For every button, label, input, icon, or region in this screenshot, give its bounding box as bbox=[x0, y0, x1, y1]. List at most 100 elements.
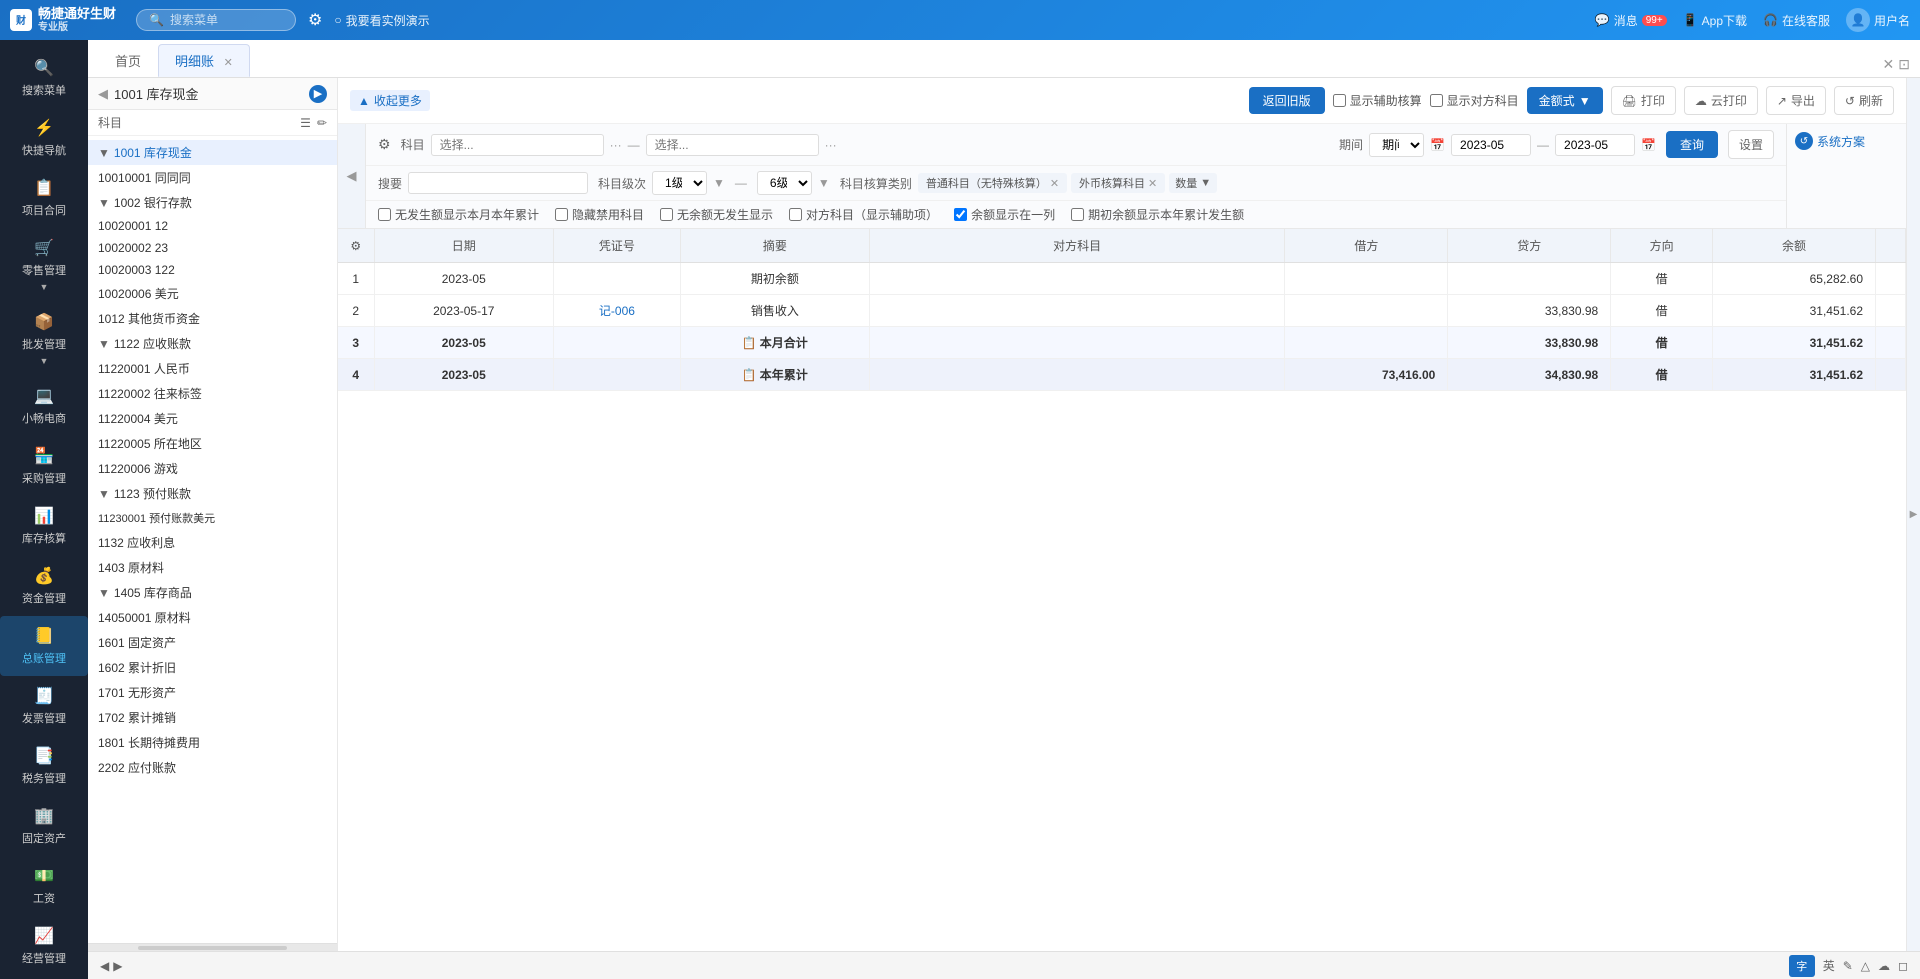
subject-input-2[interactable] bbox=[646, 134, 819, 156]
lang-en-label[interactable]: 英 bbox=[1823, 957, 1835, 974]
user-avatar[interactable]: 👤 用户名 bbox=[1846, 8, 1910, 32]
filter-collapse-btn[interactable]: ◀ bbox=[338, 124, 366, 228]
sidebar-item-purchase[interactable]: 🏪 采购管理 bbox=[0, 436, 88, 496]
tree-item-1403[interactable]: 1403 原材料 bbox=[88, 555, 337, 580]
tree-item-1132[interactable]: 1132 应收利息 bbox=[88, 530, 337, 555]
export-btn[interactable]: ↗ 导出 bbox=[1766, 86, 1826, 115]
right-expand-panel[interactable]: ▶ bbox=[1906, 78, 1920, 951]
sidebar-item-wholesale[interactable]: 📦 批发管理 ▼ bbox=[0, 302, 88, 376]
sidebar-item-quicknav[interactable]: ⚡ 快捷导航 bbox=[0, 108, 88, 168]
bottom-icon-4[interactable]: ◻ bbox=[1898, 959, 1908, 973]
opt-no-balance2-input[interactable] bbox=[660, 208, 673, 221]
page-close-btn[interactable]: ✕ bbox=[1883, 56, 1895, 73]
filter-opt-period-balance[interactable]: 期初余额显示本年累计发生额 bbox=[1071, 206, 1244, 223]
sidebar-item-tax[interactable]: 📑 税务管理 bbox=[0, 736, 88, 796]
sidebar-item-salary[interactable]: 💵 工资 bbox=[0, 856, 88, 916]
filter-opt-show-aux[interactable]: 对方科目（显示辅助项） bbox=[789, 206, 938, 223]
sidebar-item-retail[interactable]: 🛒 零售管理 ▼ bbox=[0, 228, 88, 302]
system-scheme-btn[interactable]: ↺ 系统方案 bbox=[1795, 132, 1898, 150]
date-to-input[interactable] bbox=[1555, 134, 1635, 156]
page-max-btn[interactable]: ⊡ bbox=[1898, 56, 1910, 73]
account-edit-icon[interactable]: ✏ bbox=[317, 116, 327, 130]
tree-item-2202[interactable]: 2202 应付账款 bbox=[88, 755, 337, 780]
settings-btn[interactable]: 设置 bbox=[1728, 130, 1774, 159]
tree-item-1601[interactable]: 1601 固定资产 bbox=[88, 630, 337, 655]
scroll-left-btn[interactable]: ◀ bbox=[100, 959, 109, 973]
tree-item-10020001[interactable]: 10020001 12 bbox=[88, 215, 337, 237]
tree-item-1801[interactable]: 1801 长期待摊费用 bbox=[88, 730, 337, 755]
sidebar-item-management[interactable]: 📈 经营管理 bbox=[0, 916, 88, 976]
qty-tag[interactable]: 数量 ▼ bbox=[1169, 173, 1217, 193]
subject-more-btn[interactable]: ··· bbox=[610, 138, 622, 152]
tree-item-1122[interactable]: ▼ 1122 应收账款 bbox=[88, 331, 337, 356]
tree-item-11220001[interactable]: 11220001 人民币 bbox=[88, 356, 337, 381]
query-btn[interactable]: 查询 bbox=[1666, 131, 1718, 158]
tree-item-1701[interactable]: 1701 无形资产 bbox=[88, 680, 337, 705]
period-mode-select[interactable]: 期间 bbox=[1369, 133, 1424, 157]
bottom-icon-1[interactable]: ✎ bbox=[1843, 959, 1853, 973]
message-btn[interactable]: 💬 消息 99+ bbox=[1595, 12, 1667, 29]
opt-balance-one-input[interactable] bbox=[954, 208, 967, 221]
tree-item-1123[interactable]: ▼ 1123 预付账款 bbox=[88, 481, 337, 506]
sidebar-item-invoice[interactable]: 🧾 发票管理 bbox=[0, 676, 88, 736]
show-aux-checkbox[interactable]: 显示辅助核算 bbox=[1333, 92, 1422, 109]
level-from-select[interactable]: 1级2级3级4级5级6级 bbox=[652, 171, 707, 195]
nav-left-icon[interactable]: ◀ bbox=[98, 86, 108, 102]
tree-item-11220004[interactable]: 11220004 美元 bbox=[88, 406, 337, 431]
print-btn[interactable]: 🖨 打印 bbox=[1611, 86, 1676, 115]
tree-item-11220002[interactable]: 11220002 往来标签 bbox=[88, 381, 337, 406]
amount-format-btn[interactable]: 金额式 ▼ bbox=[1527, 87, 1603, 114]
filter-opt-balance-one[interactable]: 余额显示在一列 bbox=[954, 206, 1055, 223]
account-list-icon[interactable]: ☰ bbox=[300, 116, 311, 130]
scroll-right-btn[interactable]: ▶ bbox=[113, 959, 122, 973]
calendar-icon-left[interactable]: 📅 bbox=[1430, 138, 1445, 152]
tree-item-1012[interactable]: 1012 其他货币资金 bbox=[88, 306, 337, 331]
online-service-btn[interactable]: 🎧 在线客服 bbox=[1763, 12, 1830, 29]
tab-home[interactable]: 首页 bbox=[98, 44, 158, 77]
tree-item-1602[interactable]: 1602 累计折旧 bbox=[88, 655, 337, 680]
collapse-more-btn[interactable]: ▲ 收起更多 bbox=[350, 90, 430, 111]
search-input[interactable] bbox=[170, 13, 280, 27]
tag-normal-remove[interactable]: ✕ bbox=[1050, 177, 1059, 190]
subject-input[interactable] bbox=[431, 134, 604, 156]
account-expand-btn[interactable]: ▶ bbox=[309, 85, 327, 103]
tree-item-11220006[interactable]: 11220006 游戏 bbox=[88, 456, 337, 481]
tree-item-10020002[interactable]: 10020002 23 bbox=[88, 237, 337, 259]
bottom-icon-2[interactable]: △ bbox=[1861, 959, 1870, 973]
return-old-btn[interactable]: 返回旧版 bbox=[1249, 87, 1325, 114]
cloud-print-btn[interactable]: ☁ 云打印 bbox=[1684, 86, 1758, 115]
top-search-box[interactable]: 🔍 bbox=[136, 9, 296, 31]
tree-item-14050001[interactable]: 14050001 原材料 bbox=[88, 605, 337, 630]
calendar-icon-right[interactable]: 📅 bbox=[1641, 138, 1656, 152]
tree-item-1702[interactable]: 1702 累计摊销 bbox=[88, 705, 337, 730]
sidebar-item-project[interactable]: 📋 项目合同 bbox=[0, 168, 88, 228]
table-settings-icon[interactable]: ⚙ bbox=[350, 239, 361, 253]
tree-item-10020003[interactable]: 10020003 122 bbox=[88, 259, 337, 281]
table-wrapper[interactable]: ⚙ 日期 凭证号 摘要 对方科目 借方 贷方 方向 余额 bbox=[338, 229, 1906, 951]
filter-opt-no-balance[interactable]: 无发生额显示本月本年累计 bbox=[378, 206, 539, 223]
demo-link[interactable]: ○ 我要看实例演示 bbox=[334, 12, 429, 29]
filter-opt-no-balance2[interactable]: 无余额无发生显示 bbox=[660, 206, 773, 223]
sidebar-item-accounting[interactable]: 📒 总账管理 bbox=[0, 616, 88, 676]
tree-item-10010001[interactable]: 10010001 同同同 bbox=[88, 165, 337, 190]
app-download-btn[interactable]: 📱 App下载 bbox=[1683, 12, 1747, 29]
tree-item-10020006[interactable]: 10020006 美元 bbox=[88, 281, 337, 306]
sidebar-item-inventory[interactable]: 📊 库存核算 bbox=[0, 496, 88, 556]
cell-voucher[interactable]: 记-006 bbox=[554, 295, 681, 327]
bottom-icon-3[interactable]: ☁ bbox=[1878, 959, 1890, 973]
settings-icon[interactable]: ⚙ bbox=[308, 10, 322, 30]
show-aux-input[interactable] bbox=[1333, 94, 1346, 107]
tab-ledger[interactable]: 明细账 ✕ bbox=[158, 44, 250, 77]
show-opposite-checkbox[interactable]: 显示对方科目 bbox=[1430, 92, 1519, 109]
show-opposite-input[interactable] bbox=[1430, 94, 1443, 107]
tree-item-1001[interactable]: ▼ 1001 库存现金 bbox=[88, 140, 337, 165]
tree-item-1405[interactable]: ▼ 1405 库存商品 bbox=[88, 580, 337, 605]
voucher-link[interactable]: 记-006 bbox=[599, 304, 635, 318]
opt-period-balance-input[interactable] bbox=[1071, 208, 1084, 221]
filter-icon-settings[interactable]: ⚙ bbox=[378, 136, 391, 153]
sidebar-item-ecommerce[interactable]: 💻 小畅电商 bbox=[0, 376, 88, 436]
subject-more-btn-2[interactable]: ··· bbox=[825, 138, 837, 152]
sidebar-item-finance[interactable]: 💰 资金管理 bbox=[0, 556, 88, 616]
tab-close-btn[interactable]: ✕ bbox=[224, 57, 233, 69]
tree-item-11220005[interactable]: 11220005 所在地区 bbox=[88, 431, 337, 456]
